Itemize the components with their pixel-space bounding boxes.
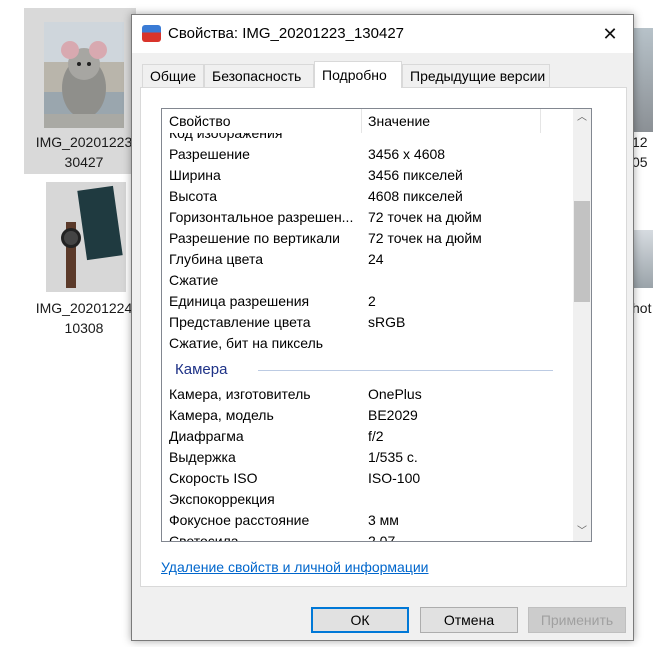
tab-previous-versions[interactable]: Предыдущие версии bbox=[402, 64, 550, 87]
property-name: Глубина цвета bbox=[169, 251, 264, 267]
property-row[interactable]: Светосила 2.07 bbox=[162, 531, 573, 542]
property-name: Горизонтальное разрешен... bbox=[169, 209, 354, 225]
property-row[interactable]: Представление цвета sRGB bbox=[162, 312, 573, 333]
file-name-fragment: 05 bbox=[632, 154, 648, 170]
title-bar[interactable]: Свойства: IMG_20201223_130427 ✕ bbox=[132, 15, 633, 53]
properties-dialog: Свойства: IMG_20201223_130427 ✕ Общие Бе… bbox=[131, 14, 634, 641]
tab-security[interactable]: Безопасность bbox=[204, 64, 314, 87]
column-header-property[interactable]: Свойство bbox=[169, 109, 359, 133]
property-value: 1/535 с. bbox=[368, 449, 418, 465]
photo-thumbnail-watch bbox=[46, 182, 126, 292]
property-name: Светосила bbox=[169, 533, 239, 542]
dialog-title: Свойства: IMG_20201223_130427 bbox=[168, 25, 405, 42]
property-row[interactable]: Высота 4608 пикселей bbox=[162, 186, 573, 207]
file-name-line1: IMG_20201223 bbox=[35, 134, 133, 150]
property-row[interactable]: Разрешение по вертикали 72 точек на дюйм bbox=[162, 228, 573, 249]
remove-properties-link[interactable]: Удаление свойств и личной информации bbox=[161, 559, 429, 575]
property-name: Единица разрешения bbox=[169, 293, 310, 309]
property-row[interactable]: Камера, модель BE2029 bbox=[162, 405, 573, 426]
property-value: 24 bbox=[368, 251, 384, 267]
file-name-line2: 10308 bbox=[64, 320, 104, 336]
properties-list[interactable]: Код изображения Разрешение 3456 x 4608 Шири… bbox=[161, 108, 592, 542]
column-divider[interactable] bbox=[361, 109, 362, 133]
property-row[interactable]: Ширина 3456 пикселей bbox=[162, 165, 573, 186]
file-tile-partial-right-2[interactable] bbox=[634, 230, 653, 288]
tab-general[interactable]: Общие bbox=[142, 64, 204, 87]
property-row[interactable]: Диафрагма f/2 bbox=[162, 426, 573, 447]
property-name: Высота bbox=[169, 188, 218, 204]
close-icon[interactable]: ✕ bbox=[587, 15, 633, 53]
property-row[interactable]: Камера, изготовитель OnePlus bbox=[162, 384, 573, 405]
property-value: BE2029 bbox=[368, 407, 418, 423]
property-row[interactable]: Единица разрешения 2 bbox=[162, 291, 573, 312]
property-value: 3456 x 4608 bbox=[368, 146, 446, 162]
column-header-value[interactable]: Значение bbox=[368, 109, 538, 133]
property-row[interactable]: Скорость ISO ISO-100 bbox=[162, 468, 573, 489]
scroll-down-icon[interactable]: ﹀ bbox=[573, 523, 591, 541]
cancel-button[interactable]: Отмена bbox=[420, 607, 518, 633]
group-divider-line bbox=[258, 370, 553, 371]
property-row[interactable]: Горизонтальное разрешен... 72 точек на дю… bbox=[162, 207, 573, 228]
scroll-up-icon[interactable]: ︿ bbox=[573, 109, 591, 127]
property-name: Фокусное расстояние bbox=[169, 512, 310, 528]
details-panel: Код изображения Разрешение 3456 x 4608 Шири… bbox=[140, 87, 627, 587]
property-row[interactable]: Выдержка 1/535 с. bbox=[162, 447, 573, 468]
photo-thumbnail-rat-toy bbox=[44, 22, 124, 128]
property-value: 72 точек на дюйм bbox=[368, 230, 482, 246]
property-value: sRGB bbox=[368, 314, 406, 330]
property-name: Диафрагма bbox=[169, 428, 244, 444]
property-name: Ширина bbox=[169, 167, 221, 183]
property-value: 72 точек на дюйм bbox=[368, 209, 482, 225]
vertical-scrollbar[interactable]: ︿ ﹀ bbox=[573, 109, 591, 541]
property-row[interactable]: Экспокоррекция bbox=[162, 489, 573, 510]
property-name: Разрешение bbox=[169, 146, 250, 162]
property-name: Представление цвета bbox=[169, 314, 311, 330]
scroll-thumb[interactable] bbox=[574, 201, 590, 302]
property-value: f/2 bbox=[368, 428, 384, 444]
apply-button[interactable]: Применить bbox=[528, 607, 626, 633]
property-name: Сжатие bbox=[169, 272, 219, 288]
property-name: Выдержка bbox=[169, 449, 236, 465]
property-value: 4608 пикселей bbox=[368, 188, 463, 204]
photos-app-icon bbox=[142, 25, 161, 42]
property-row[interactable]: Разрешение 3456 x 4608 bbox=[162, 144, 573, 165]
list-header: Свойство Значение bbox=[162, 109, 573, 133]
property-value: 2 bbox=[368, 293, 376, 309]
group-header-camera[interactable]: Камера bbox=[162, 359, 573, 380]
property-name: Экспокоррекция bbox=[169, 491, 275, 507]
file-tile-partial-right-1[interactable] bbox=[634, 28, 653, 132]
property-row[interactable]: Глубина цвета 24 bbox=[162, 249, 573, 270]
property-name: Сжатие, бит на пиксель bbox=[169, 335, 324, 351]
group-header-label: Камера bbox=[175, 361, 228, 378]
tab-details[interactable]: Подробно bbox=[314, 61, 402, 88]
property-value: OnePlus bbox=[368, 386, 422, 402]
property-row[interactable]: Фокусное расстояние 3 мм bbox=[162, 510, 573, 531]
column-divider[interactable] bbox=[540, 109, 541, 133]
property-name: Скорость ISO bbox=[169, 470, 258, 486]
file-name-fragment: hot bbox=[632, 300, 652, 316]
property-name: Разрешение по вертикали bbox=[169, 230, 340, 246]
file-name-line2: 30427 bbox=[64, 154, 104, 170]
property-name: Камера, модель bbox=[169, 407, 274, 423]
file-tile-img-20201224[interactable]: IMG_20201224 10308 bbox=[24, 180, 136, 340]
property-value: ISO-100 bbox=[368, 470, 421, 486]
property-name: Камера, изготовитель bbox=[169, 386, 311, 402]
file-tile-img-20201223[interactable]: IMG_20201223 30427 bbox=[24, 8, 136, 174]
file-name-line1: IMG_20201224 bbox=[35, 300, 133, 316]
file-name-fragment: 12 bbox=[632, 134, 648, 150]
property-row[interactable]: Сжатие, бит на пиксель bbox=[162, 333, 573, 354]
property-value: 3 мм bbox=[368, 512, 399, 528]
property-row[interactable]: Сжатие bbox=[162, 270, 573, 291]
property-value: 2.07 bbox=[368, 533, 396, 542]
ok-button[interactable]: ОК bbox=[311, 607, 409, 633]
property-value: 3456 пикселей bbox=[368, 167, 463, 183]
